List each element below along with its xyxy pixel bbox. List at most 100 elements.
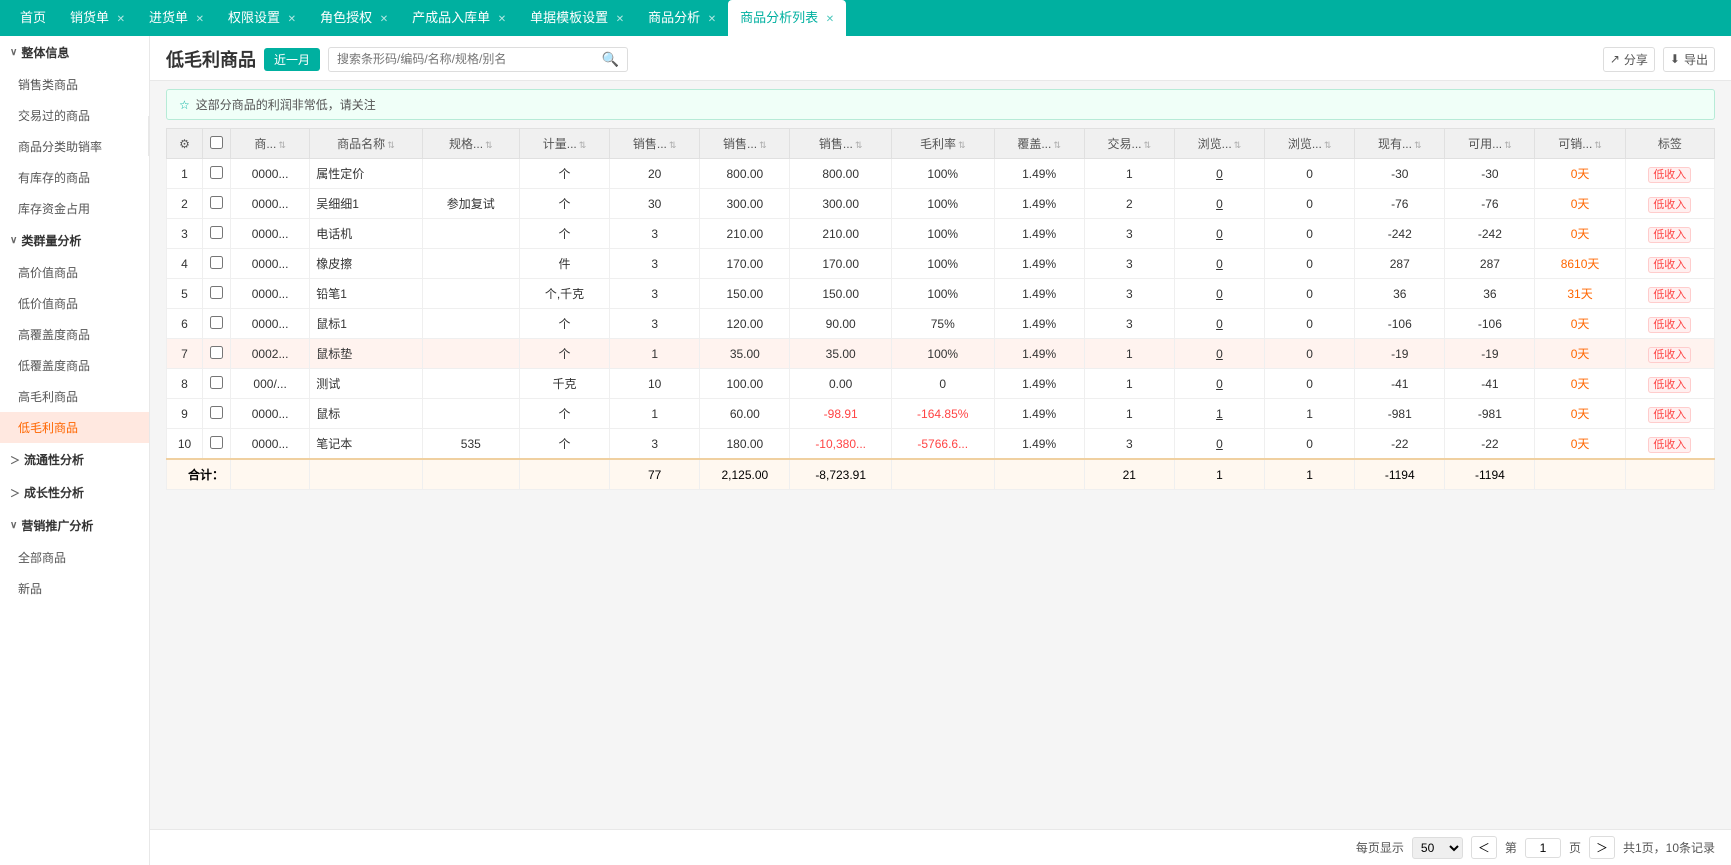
prev-page-button[interactable]: ＜ <box>1471 836 1497 859</box>
transaction-column-header[interactable]: 交易...⇅ <box>1084 129 1174 159</box>
next-page-button[interactable]: ＞ <box>1589 836 1615 859</box>
browse1-column-header[interactable]: 浏览...⇅ <box>1174 129 1264 159</box>
sidebar-item-new-goods[interactable]: 新品 <box>0 573 149 604</box>
code-column-header[interactable]: 商...⇅ <box>231 129 310 159</box>
row-sales-amount: 300.00 <box>700 189 790 219</box>
sidebar-item-high-coverage[interactable]: 高覆盖度商品 <box>0 319 149 350</box>
check-column-header[interactable] <box>203 129 231 159</box>
row-gross-margin: 100% <box>891 339 994 369</box>
sidebar-group-cluster[interactable]: ∨ 类群量分析 <box>0 224 149 257</box>
row-browse1[interactable]: 0 <box>1174 249 1264 279</box>
row-sales-qty: 1 <box>610 399 700 429</box>
nav-analysis-list[interactable]: 商品分析列表 ✕ <box>728 0 846 36</box>
row-check[interactable] <box>203 279 231 309</box>
sidebar-item-high-margin[interactable]: 高毛利商品 <box>0 381 149 412</box>
sidebar-group-growth[interactable]: ＞ 成长性分析 <box>0 476 149 509</box>
close-icon[interactable]: ✕ <box>380 14 388 25</box>
search-input[interactable] <box>337 52 602 66</box>
page-number-input[interactable] <box>1525 838 1561 858</box>
row-check[interactable] <box>203 429 231 460</box>
close-icon[interactable]: ✕ <box>196 14 204 25</box>
sidebar-item-low-value[interactable]: 低价值商品 <box>0 288 149 319</box>
row-transaction: 1 <box>1084 339 1174 369</box>
low-income-tag: 低收入 <box>1648 377 1691 393</box>
row-spec <box>422 309 519 339</box>
nav-template[interactable]: 单据模板设置 ✕ <box>518 0 636 36</box>
row-check[interactable] <box>203 309 231 339</box>
row-browse1[interactable]: 0 <box>1174 339 1264 369</box>
sidebar-item-low-coverage[interactable]: 低覆盖度商品 <box>0 350 149 381</box>
close-icon[interactable]: ✕ <box>708 14 716 25</box>
row-browse1[interactable]: 0 <box>1174 279 1264 309</box>
spec-column-header[interactable]: 规格...⇅ <box>422 129 519 159</box>
current-stock-column-header[interactable]: 现有...⇅ <box>1355 129 1445 159</box>
nav-purchase[interactable]: 进货单 ✕ <box>137 0 216 36</box>
row-check[interactable] <box>203 369 231 399</box>
sidebar-group-marketing[interactable]: ∨ 营销推广分析 <box>0 509 149 542</box>
export-button[interactable]: ⬇ 导出 <box>1663 47 1715 72</box>
sidebar-item-all-goods[interactable]: 全部商品 <box>0 542 149 573</box>
nav-sales[interactable]: 销货单 ✕ <box>58 0 137 36</box>
sidebar-item-capital[interactable]: 库存资金占用 <box>0 193 149 224</box>
row-available: 36 <box>1445 279 1535 309</box>
nav-role[interactable]: 角色授权 ✕ <box>308 0 400 36</box>
select-all-checkbox[interactable] <box>210 136 223 149</box>
row-browse1[interactable]: 1 <box>1174 399 1264 429</box>
search-icon[interactable]: 🔍 <box>602 51 619 68</box>
name-column-header[interactable]: 商品名称⇅ <box>310 129 422 159</box>
row-sales-amount: 170.00 <box>700 249 790 279</box>
coverage-column-header[interactable]: 覆盖...⇅ <box>994 129 1084 159</box>
available-column-header[interactable]: 可用...⇅ <box>1445 129 1535 159</box>
sidebar-item-traded-goods[interactable]: 交易过的商品 <box>0 100 149 131</box>
filter-recent-month-button[interactable]: 近一月 <box>264 48 320 71</box>
row-browse1[interactable]: 0 <box>1174 219 1264 249</box>
nav-home[interactable]: 首页 <box>8 0 58 36</box>
low-income-tag: 低收入 <box>1648 407 1691 423</box>
browse2-column-header[interactable]: 浏览...⇅ <box>1265 129 1355 159</box>
close-icon[interactable]: ✕ <box>117 14 125 25</box>
row-check[interactable] <box>203 219 231 249</box>
sales-qty-column-header[interactable]: 销售...⇅ <box>610 129 700 159</box>
row-check[interactable] <box>203 249 231 279</box>
row-unit: 件 <box>519 249 609 279</box>
sidebar-item-sales-goods[interactable]: 销售类商品 <box>0 69 149 100</box>
sidebar-item-category-rate[interactable]: 商品分类助销率 <box>0 131 149 162</box>
tag-column-header[interactable]: 标签 <box>1625 129 1714 159</box>
close-icon[interactable]: ✕ <box>498 14 506 25</box>
per-page-select[interactable]: 50 20 100 <box>1412 837 1463 859</box>
row-check[interactable] <box>203 159 231 189</box>
sidebar-group-circulation[interactable]: ＞ 流通性分析 <box>0 443 149 476</box>
row-sales-amount: 120.00 <box>700 309 790 339</box>
row-name: 属性定价 <box>310 159 422 189</box>
settings-column-header[interactable]: ⚙ <box>167 129 203 159</box>
row-browse1[interactable]: 0 <box>1174 369 1264 399</box>
sidebar-item-in-stock[interactable]: 有库存的商品 <box>0 162 149 193</box>
nav-analysis[interactable]: 商品分析 ✕ <box>636 0 728 36</box>
row-browse1[interactable]: 0 <box>1174 309 1264 339</box>
nav-product-entry[interactable]: 产成品入库单 ✕ <box>400 0 518 36</box>
unit-column-header[interactable]: 计量...⇅ <box>519 129 609 159</box>
sidebar-group-overall[interactable]: ∨ 整体信息 <box>0 36 149 69</box>
row-browse1[interactable]: 0 <box>1174 159 1264 189</box>
row-browse1[interactable]: 0 <box>1174 429 1264 460</box>
share-button[interactable]: ↗ 分享 <box>1603 47 1655 72</box>
table-wrapper[interactable]: ⚙ 商...⇅ 商品名称⇅ 规格...⇅ 计量...⇅ 销售...⇅ 销售...… <box>150 128 1731 829</box>
table-row: 6 0000... 鼠标1 个 3 120.00 90.00 75% 1.49%… <box>167 309 1715 339</box>
gross-margin-column-header[interactable]: 毛利率⇅ <box>891 129 994 159</box>
sidebar-item-low-margin[interactable]: 低毛利商品 <box>0 412 149 443</box>
row-tag: 低收入 <box>1625 279 1714 309</box>
sales-profit-column-header[interactable]: 销售...⇅ <box>790 129 892 159</box>
row-browse1[interactable]: 0 <box>1174 189 1264 219</box>
close-icon[interactable]: ✕ <box>826 14 834 25</box>
row-check[interactable] <box>203 339 231 369</box>
close-icon[interactable]: ✕ <box>616 14 624 25</box>
sales-amount-column-header[interactable]: 销售...⇅ <box>700 129 790 159</box>
row-sales-qty: 30 <box>610 189 700 219</box>
row-check[interactable] <box>203 399 231 429</box>
row-tag: 低收入 <box>1625 399 1714 429</box>
nav-permission[interactable]: 权限设置 ✕ <box>216 0 308 36</box>
saleable-column-header[interactable]: 可销...⇅ <box>1535 129 1625 159</box>
sidebar-item-high-value[interactable]: 高价值商品 <box>0 257 149 288</box>
close-icon[interactable]: ✕ <box>288 14 296 25</box>
row-check[interactable] <box>203 189 231 219</box>
